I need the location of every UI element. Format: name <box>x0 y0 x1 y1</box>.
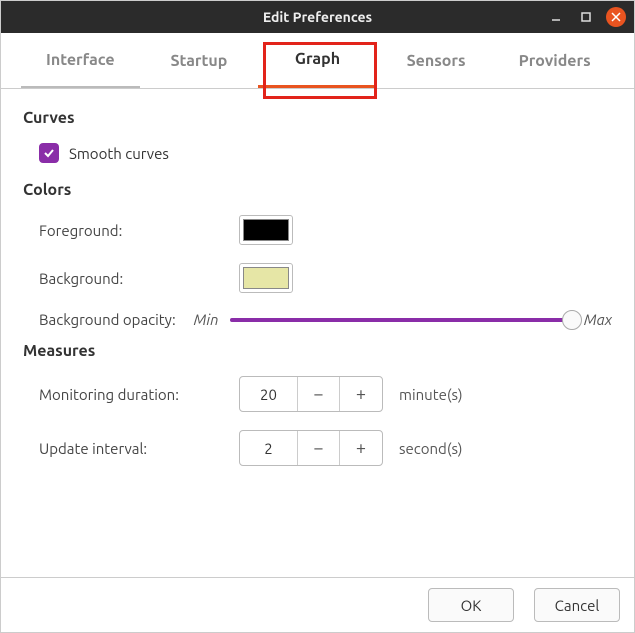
section-measures-title: Measures <box>23 342 612 360</box>
update-interval-stepper: 2 − + <box>239 430 383 466</box>
titlebar: Edit Preferences <box>1 1 634 33</box>
foreground-label: Foreground: <box>39 222 229 239</box>
foreground-row: Foreground: <box>39 215 612 245</box>
tabs: Interface Startup Graph Sensors Provider… <box>1 33 634 89</box>
monitoring-unit: minute(s) <box>399 386 463 403</box>
monitoring-value[interactable]: 20 <box>240 377 298 411</box>
monitoring-decrement-button[interactable]: − <box>298 377 340 411</box>
smooth-curves-label: Smooth curves <box>69 145 169 162</box>
smooth-curves-checkbox[interactable] <box>39 143 59 163</box>
background-color-button[interactable] <box>239 263 293 293</box>
close-icon <box>611 12 621 22</box>
update-label: Update interval: <box>39 440 229 457</box>
check-icon <box>43 147 55 159</box>
monitoring-label: Monitoring duration: <box>39 386 229 403</box>
close-button[interactable] <box>606 7 626 27</box>
monitoring-increment-button[interactable]: + <box>340 377 382 411</box>
opacity-slider-thumb[interactable] <box>562 310 582 330</box>
foreground-swatch <box>243 219 289 241</box>
opacity-min-label: Min <box>194 311 219 328</box>
update-row: Update interval: 2 − + second(s) <box>39 430 612 466</box>
opacity-max-label: Max <box>584 311 612 328</box>
content-panel: Curves Smooth curves Colors Foreground: … <box>1 89 634 577</box>
minimize-icon <box>551 12 561 22</box>
preferences-window: Edit Preferences Interface Startup Graph… <box>0 0 635 633</box>
update-unit: second(s) <box>399 440 463 457</box>
background-row: Background: <box>39 263 612 293</box>
minimize-button[interactable] <box>546 7 566 27</box>
update-increment-button[interactable]: + <box>340 431 382 465</box>
maximize-icon <box>581 12 591 22</box>
foreground-color-button[interactable] <box>239 215 293 245</box>
maximize-button[interactable] <box>576 7 596 27</box>
window-controls <box>546 7 626 27</box>
window-title: Edit Preferences <box>9 9 626 25</box>
monitoring-duration-stepper: 20 − + <box>239 376 383 412</box>
ok-button[interactable]: OK <box>428 588 514 622</box>
background-label: Background: <box>39 270 229 287</box>
opacity-slider[interactable] <box>230 318 571 322</box>
tab-graph[interactable]: Graph <box>258 33 377 88</box>
section-curves-title: Curves <box>23 109 612 127</box>
opacity-label: Background opacity: <box>39 311 176 328</box>
dialog-footer: OK Cancel <box>1 577 634 632</box>
cancel-button[interactable]: Cancel <box>534 588 620 622</box>
background-swatch <box>243 267 289 289</box>
smooth-curves-row: Smooth curves <box>39 143 612 163</box>
tab-interface[interactable]: Interface <box>21 33 140 88</box>
tab-startup[interactable]: Startup <box>140 33 259 88</box>
tab-sensors[interactable]: Sensors <box>377 33 496 88</box>
update-decrement-button[interactable]: − <box>298 431 340 465</box>
section-colors-title: Colors <box>23 181 612 199</box>
tab-providers[interactable]: Providers <box>495 33 614 88</box>
opacity-row: Background opacity: Min Max <box>39 311 612 328</box>
update-value[interactable]: 2 <box>240 431 298 465</box>
monitoring-row: Monitoring duration: 20 − + minute(s) <box>39 376 612 412</box>
